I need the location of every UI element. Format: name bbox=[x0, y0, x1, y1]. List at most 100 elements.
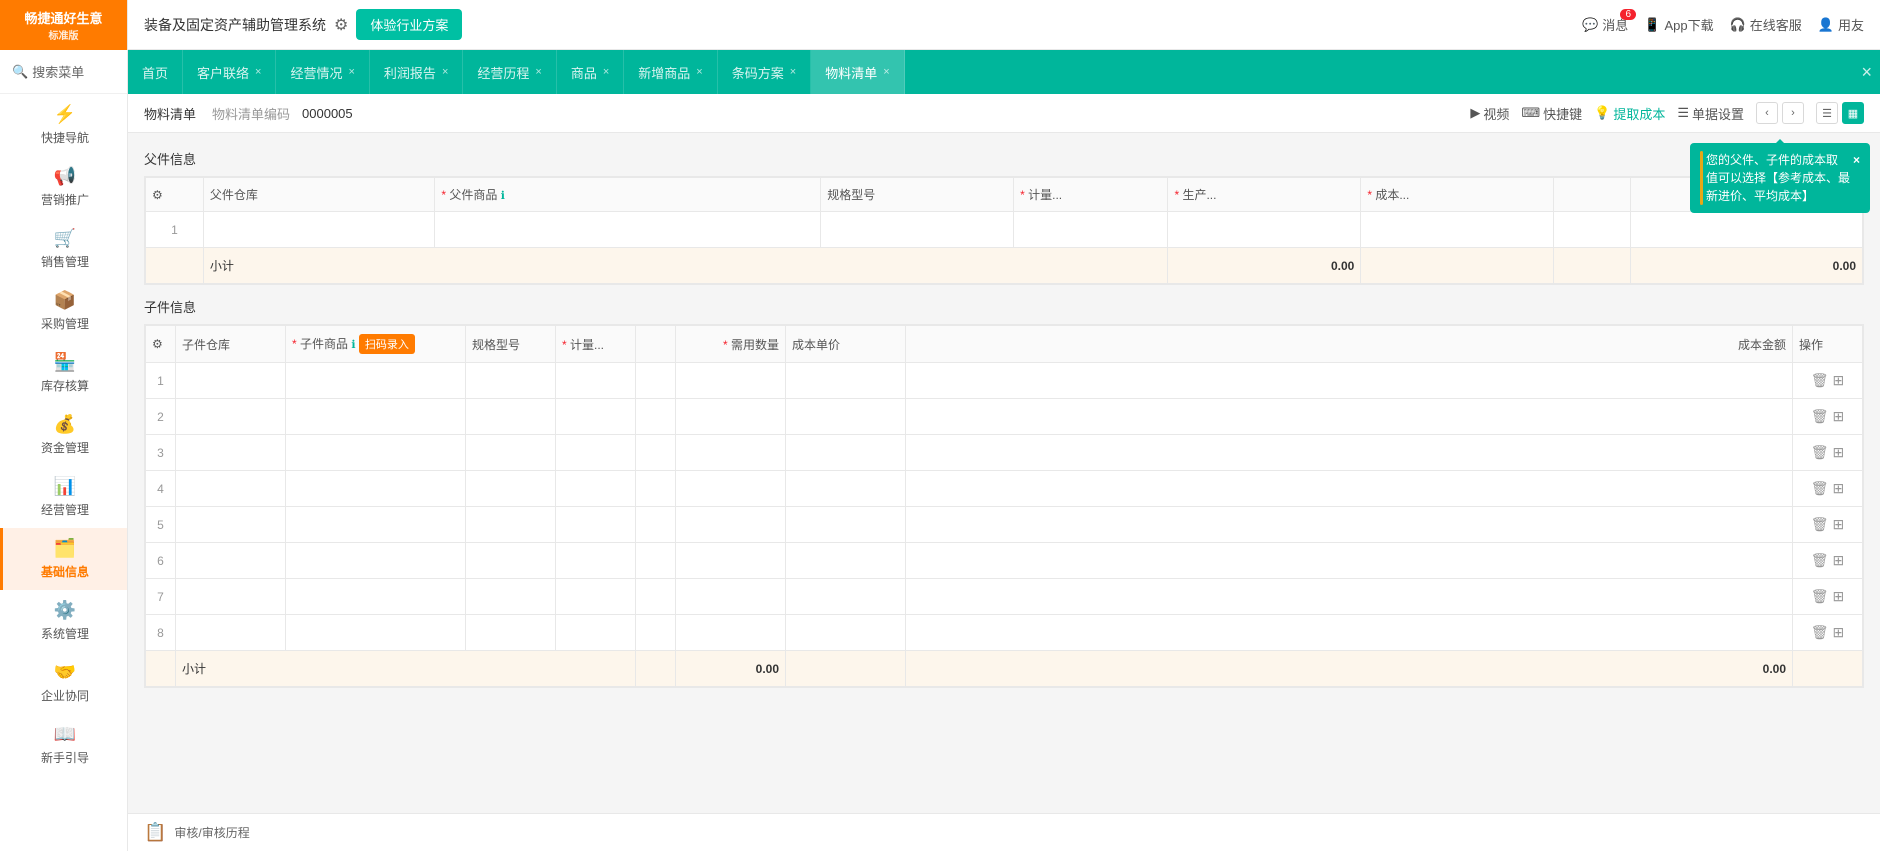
parent-row-1-production[interactable] bbox=[1168, 212, 1361, 248]
child-row-5-qty[interactable] bbox=[676, 507, 786, 543]
tab-profit-close[interactable]: × bbox=[442, 66, 448, 78]
child-row-7-unit-cost[interactable] bbox=[786, 579, 906, 615]
child-row-4-goods[interactable] bbox=[286, 471, 466, 507]
child-row-6-delete-icon[interactable]: 🗑 bbox=[1811, 552, 1829, 569]
child-row-8-warehouse[interactable] bbox=[176, 615, 286, 651]
trial-button[interactable]: 体验行业方案 bbox=[356, 9, 462, 40]
child-row-2-copy-icon[interactable]: ⊞ bbox=[1833, 408, 1845, 425]
child-row-2-unit[interactable] bbox=[556, 399, 636, 435]
tab-goods[interactable]: 商品 × bbox=[557, 50, 624, 94]
child-row-4-copy-icon[interactable]: ⊞ bbox=[1833, 480, 1845, 497]
scan-input-button[interactable]: 扫码录入 bbox=[359, 334, 415, 354]
next-button[interactable]: › bbox=[1782, 102, 1804, 124]
sidebar-item-operations[interactable]: 📊 经营管理 bbox=[0, 466, 127, 528]
child-row-6-unit[interactable] bbox=[556, 543, 636, 579]
child-goods-info-icon[interactable]: ℹ bbox=[351, 339, 355, 351]
child-row-1-qty[interactable] bbox=[676, 363, 786, 399]
child-row-5-goods[interactable] bbox=[286, 507, 466, 543]
child-row-3-qty[interactable] bbox=[676, 435, 786, 471]
sidebar-item-basic-info[interactable]: 🗂️ 基础信息 bbox=[0, 528, 127, 590]
child-row-4-unit-cost[interactable] bbox=[786, 471, 906, 507]
child-row-5-spec[interactable] bbox=[466, 507, 556, 543]
child-row-3-spec[interactable] bbox=[466, 435, 556, 471]
child-row-6-warehouse[interactable] bbox=[176, 543, 286, 579]
tab-new-goods-close[interactable]: × bbox=[696, 66, 702, 78]
child-row-4-delete-icon[interactable]: 🗑 bbox=[1811, 480, 1829, 497]
sidebar-item-purchase[interactable]: 📦 采购管理 bbox=[0, 280, 127, 342]
child-row-2-qty[interactable] bbox=[676, 399, 786, 435]
child-row-3-unit[interactable] bbox=[556, 435, 636, 471]
sidebar-item-quick-nav[interactable]: ⚡ 快捷导航 bbox=[0, 94, 127, 156]
parent-col-settings[interactable]: ⚙ bbox=[146, 178, 204, 212]
child-row-6-unit-cost[interactable] bbox=[786, 543, 906, 579]
child-row-2-spec[interactable] bbox=[466, 399, 556, 435]
child-row-2-warehouse[interactable] bbox=[176, 399, 286, 435]
tab-customers-close[interactable]: × bbox=[255, 66, 261, 78]
child-row-4-warehouse[interactable] bbox=[176, 471, 286, 507]
tab-more-button[interactable]: × bbox=[1861, 62, 1880, 83]
tab-bom-close[interactable]: × bbox=[883, 66, 889, 78]
child-row-1-copy-icon[interactable]: ⊞ bbox=[1833, 372, 1845, 389]
child-col-settings[interactable]: ⚙ bbox=[146, 326, 176, 363]
parent-goods-info-icon[interactable]: ℹ bbox=[501, 190, 505, 202]
parent-row-1-cost[interactable] bbox=[1361, 212, 1554, 248]
child-row-3-copy-icon[interactable]: ⊞ bbox=[1833, 444, 1845, 461]
extract-cost-button[interactable]: 💡 提取成本 bbox=[1594, 104, 1665, 123]
child-row-7-warehouse[interactable] bbox=[176, 579, 286, 615]
tab-profit[interactable]: 利润报告 × bbox=[370, 50, 463, 94]
child-row-8-copy-icon[interactable]: ⊞ bbox=[1833, 624, 1845, 641]
child-row-8-delete-icon[interactable]: 🗑 bbox=[1811, 624, 1829, 641]
sidebar-item-sales[interactable]: 🛒 销售管理 bbox=[0, 218, 127, 280]
tab-history[interactable]: 经营历程 × bbox=[463, 50, 556, 94]
child-row-1-unit-cost[interactable] bbox=[786, 363, 906, 399]
child-row-8-unit[interactable] bbox=[556, 615, 636, 651]
child-row-2-delete-icon[interactable]: 🗑 bbox=[1811, 408, 1829, 425]
tab-operations-close[interactable]: × bbox=[348, 66, 354, 78]
child-row-8-goods[interactable] bbox=[286, 615, 466, 651]
child-row-8-qty[interactable] bbox=[676, 615, 786, 651]
user-button[interactable]: 👤 用友 bbox=[1818, 15, 1864, 34]
child-row-7-copy-icon[interactable]: ⊞ bbox=[1833, 588, 1845, 605]
prev-button[interactable]: ‹ bbox=[1756, 102, 1778, 124]
shortcut-button[interactable]: ⌨ 快捷键 bbox=[1521, 104, 1582, 123]
sidebar-item-finance[interactable]: 💰 资金管理 bbox=[0, 404, 127, 466]
parent-row-1-warehouse[interactable] bbox=[203, 212, 435, 248]
child-row-8-spec[interactable] bbox=[466, 615, 556, 651]
tab-home[interactable]: 首页 bbox=[128, 50, 183, 94]
tab-bom[interactable]: 物料清单 × bbox=[811, 50, 904, 94]
search-menu-button[interactable]: 🔍 搜索菜单 bbox=[8, 58, 119, 85]
message-button[interactable]: 💬 消息 6 bbox=[1582, 15, 1628, 34]
tab-customers[interactable]: 客户联络 × bbox=[183, 50, 276, 94]
child-row-1-goods[interactable] bbox=[286, 363, 466, 399]
child-row-1-delete-icon[interactable]: 🗑 bbox=[1811, 372, 1829, 389]
child-row-7-spec[interactable] bbox=[466, 579, 556, 615]
parent-row-1-goods[interactable] bbox=[435, 212, 821, 248]
child-row-6-qty[interactable] bbox=[676, 543, 786, 579]
child-row-3-delete-icon[interactable]: 🗑 bbox=[1811, 444, 1829, 461]
child-row-5-unit[interactable] bbox=[556, 507, 636, 543]
sidebar-item-system[interactable]: ⚙️ 系统管理 bbox=[0, 590, 127, 652]
online-service-button[interactable]: 🎧 在线客服 bbox=[1730, 15, 1802, 34]
sidebar-item-guide[interactable]: 📖 新手引导 bbox=[0, 714, 127, 776]
child-row-5-unit-cost[interactable] bbox=[786, 507, 906, 543]
child-row-7-goods[interactable] bbox=[286, 579, 466, 615]
list-view-button[interactable]: ☰ bbox=[1816, 102, 1838, 124]
child-row-5-copy-icon[interactable]: ⊞ bbox=[1833, 516, 1845, 533]
single-settings-button[interactable]: ☰ 单据设置 bbox=[1677, 104, 1744, 123]
child-row-4-qty[interactable] bbox=[676, 471, 786, 507]
child-row-2-unit-cost[interactable] bbox=[786, 399, 906, 435]
child-row-5-delete-icon[interactable]: 🗑 bbox=[1811, 516, 1829, 533]
child-row-6-goods[interactable] bbox=[286, 543, 466, 579]
view-video-button[interactable]: ▶ 视频 bbox=[1470, 104, 1509, 123]
child-row-1-spec[interactable] bbox=[466, 363, 556, 399]
tab-new-goods[interactable]: 新增商品 × bbox=[624, 50, 717, 94]
sidebar-item-marketing[interactable]: 📢 营销推广 bbox=[0, 156, 127, 218]
child-row-1-unit[interactable] bbox=[556, 363, 636, 399]
sidebar-item-enterprise[interactable]: 🤝 企业协同 bbox=[0, 652, 127, 714]
child-row-8-unit-cost[interactable] bbox=[786, 615, 906, 651]
child-row-1-warehouse[interactable] bbox=[176, 363, 286, 399]
parent-row-1-spec[interactable] bbox=[821, 212, 1014, 248]
header-settings-button[interactable]: ⚙ bbox=[334, 15, 348, 35]
tab-operations[interactable]: 经营情况 × bbox=[276, 50, 369, 94]
child-row-7-qty[interactable] bbox=[676, 579, 786, 615]
